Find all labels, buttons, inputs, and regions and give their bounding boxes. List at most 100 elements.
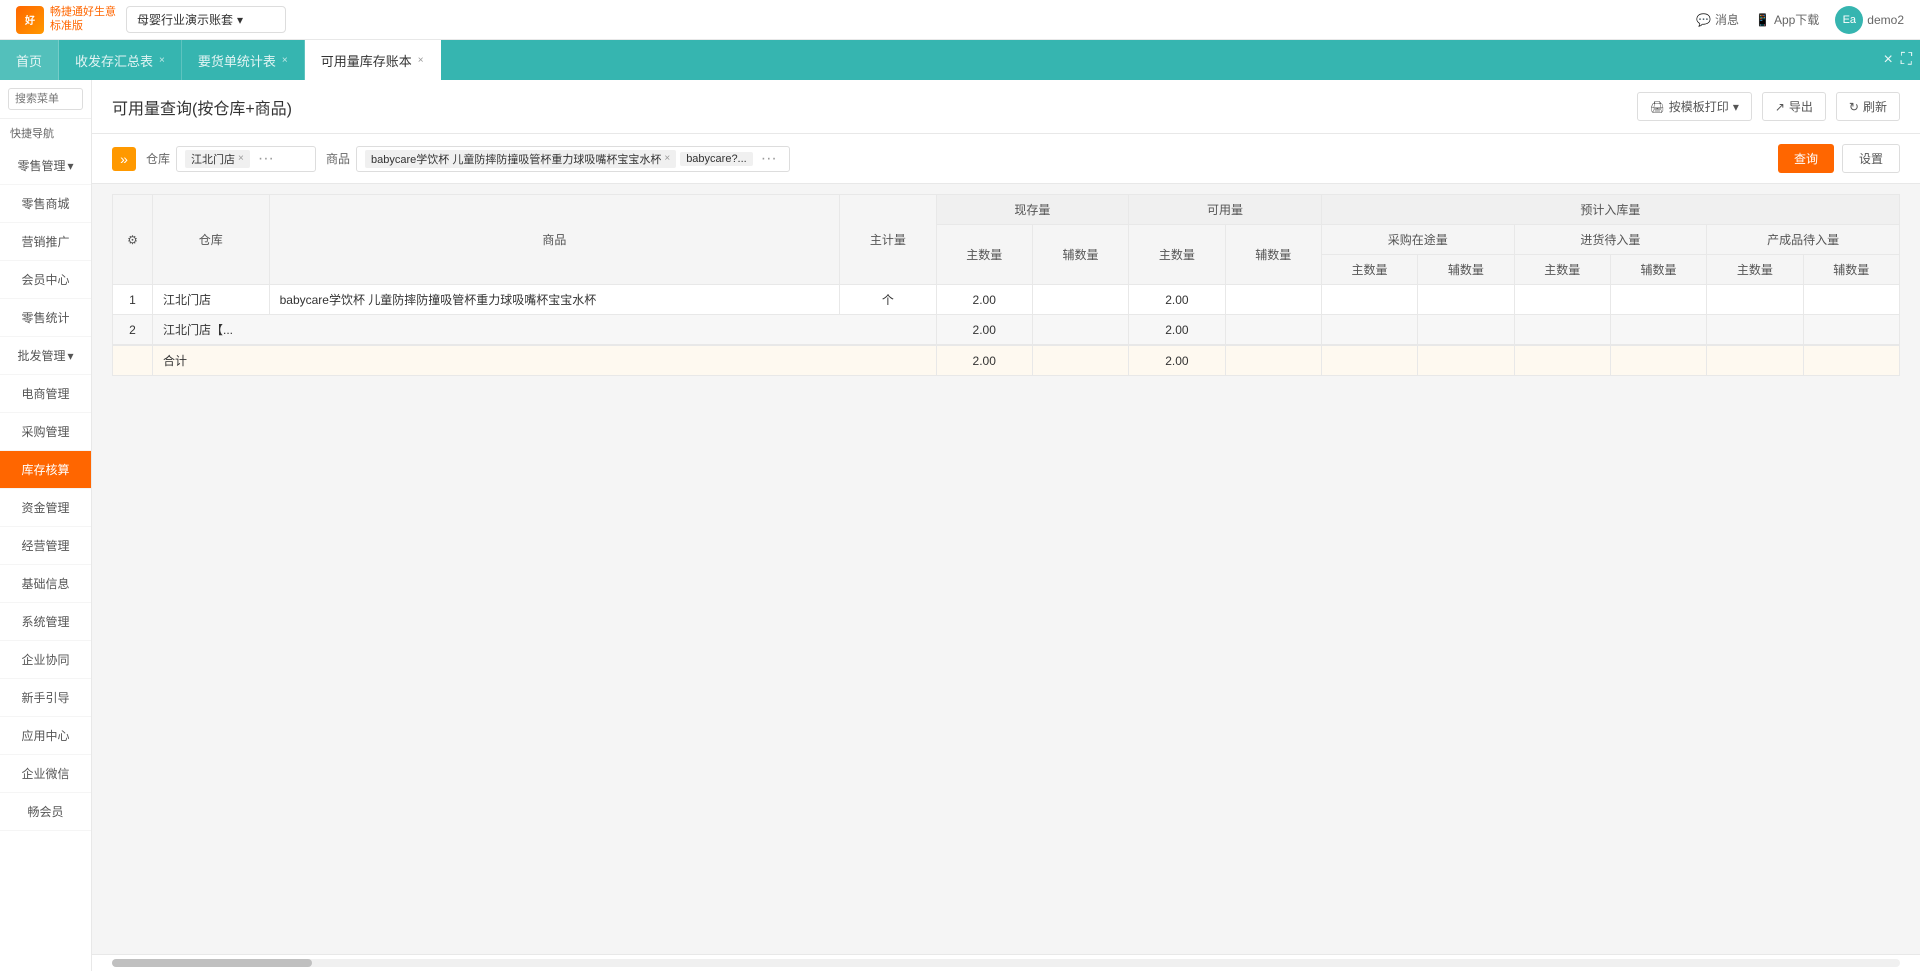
settings-button[interactable]: 设置 <box>1842 144 1900 173</box>
subtotal-avail-main: 2.00 <box>1129 315 1225 346</box>
subtotal-row: 2 江北门店【... 2.00 2.00 <box>113 315 1900 346</box>
tab-close-available[interactable]: × <box>418 55 424 66</box>
sidebar-item-basic-info[interactable]: 基础信息 <box>0 565 91 603</box>
subtotal-warehouse: 江北门店【... <box>153 315 937 346</box>
top-bar: 好 畅捷通好生意 标准版 母婴行业演示账套 ▾ 💬 消息 📱 App下载 Ea … <box>0 0 1920 40</box>
warehouse-more-btn[interactable]: ··· <box>254 150 278 168</box>
sidebar-item-purchase-mgmt[interactable]: 采购管理 <box>0 413 91 451</box>
filter-bar: » 仓库 江北门店 × ··· 商品 babycare学饮杯 儿童防摔防撞吸管杯… <box>92 134 1920 184</box>
cell-no: 1 <box>113 285 153 315</box>
cell-avail-aux <box>1225 285 1321 315</box>
chevron-down-icon: ▾ <box>67 159 73 173</box>
sidebar-search-area <box>0 80 91 119</box>
col-warehouse-header: 仓库 <box>153 195 270 285</box>
page-header: 可用量查询(按仓库+商品) 🖨 按模板打印 ▾ ↗ 导出 ↻ 刷新 <box>92 80 1920 134</box>
subtotal-stock-main: 2.00 <box>936 315 1032 346</box>
sidebar-item-app-center[interactable]: 应用中心 <box>0 717 91 755</box>
quick-nav-label: 快捷导航 <box>0 119 91 147</box>
col-purchase-aux: 辅数量 <box>1418 255 1514 285</box>
nav-right-actions: × ⛶ <box>1883 40 1920 80</box>
sidebar: 快捷导航 零售管理 ▾ 零售商城 营销推广 会员中心 零售统计 批发管理 ▾ 电… <box>0 80 92 971</box>
col-available-header: 可用量 <box>1129 195 1322 225</box>
sidebar-item-new-guide[interactable]: 新手引导 <box>0 679 91 717</box>
warehouse-input[interactable]: 江北门店 × ··· <box>176 146 316 172</box>
print-icon: 🖨 <box>1650 100 1665 114</box>
sidebar-item-wholesale-mgmt[interactable]: 批发管理 ▾ <box>0 337 91 375</box>
logo-text: 畅捷通好生意 标准版 <box>50 6 116 32</box>
sidebar-item-system-mgmt[interactable]: 系统管理 <box>0 603 91 641</box>
total-avail-main: 2.00 <box>1129 345 1225 376</box>
chevron-down-icon: ▾ <box>67 349 73 363</box>
cell-product: babycare学饮杯 儿童防摔防撞吸管杯重力球吸嘴杯宝宝水杯 <box>269 285 840 315</box>
scroll-thumb[interactable] <box>112 959 312 967</box>
user-area[interactable]: Ea demo2 <box>1835 6 1904 34</box>
sidebar-item-operations-mgmt[interactable]: 经营管理 <box>0 527 91 565</box>
logo-area: 好 畅捷通好生意 标准版 <box>16 6 116 34</box>
tab-order-stats[interactable]: 要货单统计表 × <box>182 40 305 80</box>
total-label: 合计 <box>153 345 937 376</box>
message-action[interactable]: 💬 消息 <box>1696 11 1739 28</box>
sidebar-item-retail-mgmt[interactable]: 零售管理 ▾ <box>0 147 91 185</box>
page-actions: 🖨 按模板打印 ▾ ↗ 导出 ↻ 刷新 <box>1637 92 1900 121</box>
col-stock-aux: 辅数量 <box>1032 225 1128 285</box>
table-footer <box>92 954 1920 971</box>
sidebar-item-member-center[interactable]: 会员中心 <box>0 261 91 299</box>
sidebar-item-inventory-check[interactable]: 库存核算 <box>0 451 91 489</box>
tab-home[interactable]: 首页 <box>0 40 59 80</box>
warehouse-filter-group: 仓库 江北门店 × ··· <box>146 146 316 172</box>
product-more-btn[interactable]: ··· <box>757 150 781 168</box>
org-selector[interactable]: 母婴行业演示账套 ▾ <box>126 6 286 33</box>
main-content: 可用量查询(按仓库+商品) 🖨 按模板打印 ▾ ↗ 导出 ↻ 刷新 » <box>92 80 1920 971</box>
tab-available-stock[interactable]: 可用量库存账本 × <box>305 40 441 80</box>
col-pending-main: 主数量 <box>1514 255 1610 285</box>
cell-unit: 个 <box>840 285 936 315</box>
warehouse-label: 仓库 <box>146 150 170 167</box>
nav-expand-btn[interactable]: ⛶ <box>1901 51 1912 69</box>
refresh-button[interactable]: ↻ 刷新 <box>1836 92 1900 121</box>
sidebar-item-member-plus[interactable]: 畅会员 <box>0 793 91 831</box>
data-table: ⚙ 仓库 商品 主计量 现存量 可用量 预计入库量 主数量 辅数量 主数量 辅数… <box>112 194 1900 376</box>
search-input[interactable] <box>8 88 83 110</box>
app-download-action[interactable]: 📱 App下载 <box>1755 11 1819 28</box>
sidebar-item-marketing[interactable]: 营销推广 <box>0 223 91 261</box>
sidebar-item-enterprise-wechat[interactable]: 企业微信 <box>0 755 91 793</box>
col-settings[interactable]: ⚙ <box>113 195 153 285</box>
query-button[interactable]: 查询 <box>1778 144 1834 173</box>
product-label: 商品 <box>326 150 350 167</box>
layout: 快捷导航 零售管理 ▾ 零售商城 营销推广 会员中心 零售统计 批发管理 ▾ 电… <box>0 80 1920 971</box>
tab-close-receive[interactable]: × <box>159 55 165 66</box>
export-icon: ↗ <box>1775 100 1785 114</box>
cell-warehouse: 江北门店 <box>153 285 270 315</box>
sidebar-item-retail-stats[interactable]: 零售统计 <box>0 299 91 337</box>
warehouse-tag-remove[interactable]: × <box>238 153 244 164</box>
total-stock-main: 2.00 <box>936 345 1032 376</box>
tab-receive-summary[interactable]: 收发存汇总表 × <box>59 40 182 80</box>
product-input[interactable]: babycare学饮杯 儿童防摔防撞吸管杯重力球吸嘴杯宝宝水杯 × babyca… <box>356 146 790 172</box>
cell-stock-aux <box>1032 285 1128 315</box>
horizontal-scrollbar[interactable] <box>112 959 1900 967</box>
product-tag-remove[interactable]: × <box>664 153 670 164</box>
nav-close-btn[interactable]: × <box>1883 51 1892 69</box>
sidebar-item-enterprise-collab[interactable]: 企业协同 <box>0 641 91 679</box>
cell-avail-main: 2.00 <box>1129 285 1225 315</box>
col-pending-inbound-header: 进货待入量 <box>1514 225 1707 255</box>
avatar: Ea <box>1835 6 1863 34</box>
refresh-icon: ↻ <box>1849 100 1859 114</box>
template-print-button[interactable]: 🖨 按模板打印 ▾ <box>1637 92 1752 121</box>
col-planned-inbound-header: 预计入库量 <box>1321 195 1899 225</box>
logo-icon: 好 <box>16 6 44 34</box>
col-stock-main: 主数量 <box>936 225 1032 285</box>
product-tag-2: babycare?... <box>680 152 753 166</box>
tab-close-order[interactable]: × <box>282 55 288 66</box>
cell-purchase-main <box>1321 285 1417 315</box>
product-tag-1: babycare学饮杯 儿童防摔防撞吸管杯重力球吸嘴杯宝宝水杯 × <box>365 150 676 168</box>
export-button[interactable]: ↗ 导出 <box>1762 92 1826 121</box>
col-purchase-main: 主数量 <box>1321 255 1417 285</box>
sidebar-item-ecommerce-mgmt[interactable]: 电商管理 <box>0 375 91 413</box>
filter-expand-button[interactable]: » <box>112 147 136 171</box>
sidebar-item-finance-mgmt[interactable]: 资金管理 <box>0 489 91 527</box>
col-unit-header: 主计量 <box>840 195 936 285</box>
sidebar-item-retail-mall[interactable]: 零售商城 <box>0 185 91 223</box>
warehouse-tag: 江北门店 × <box>185 150 250 168</box>
top-bar-right: 💬 消息 📱 App下载 Ea demo2 <box>1696 6 1904 34</box>
